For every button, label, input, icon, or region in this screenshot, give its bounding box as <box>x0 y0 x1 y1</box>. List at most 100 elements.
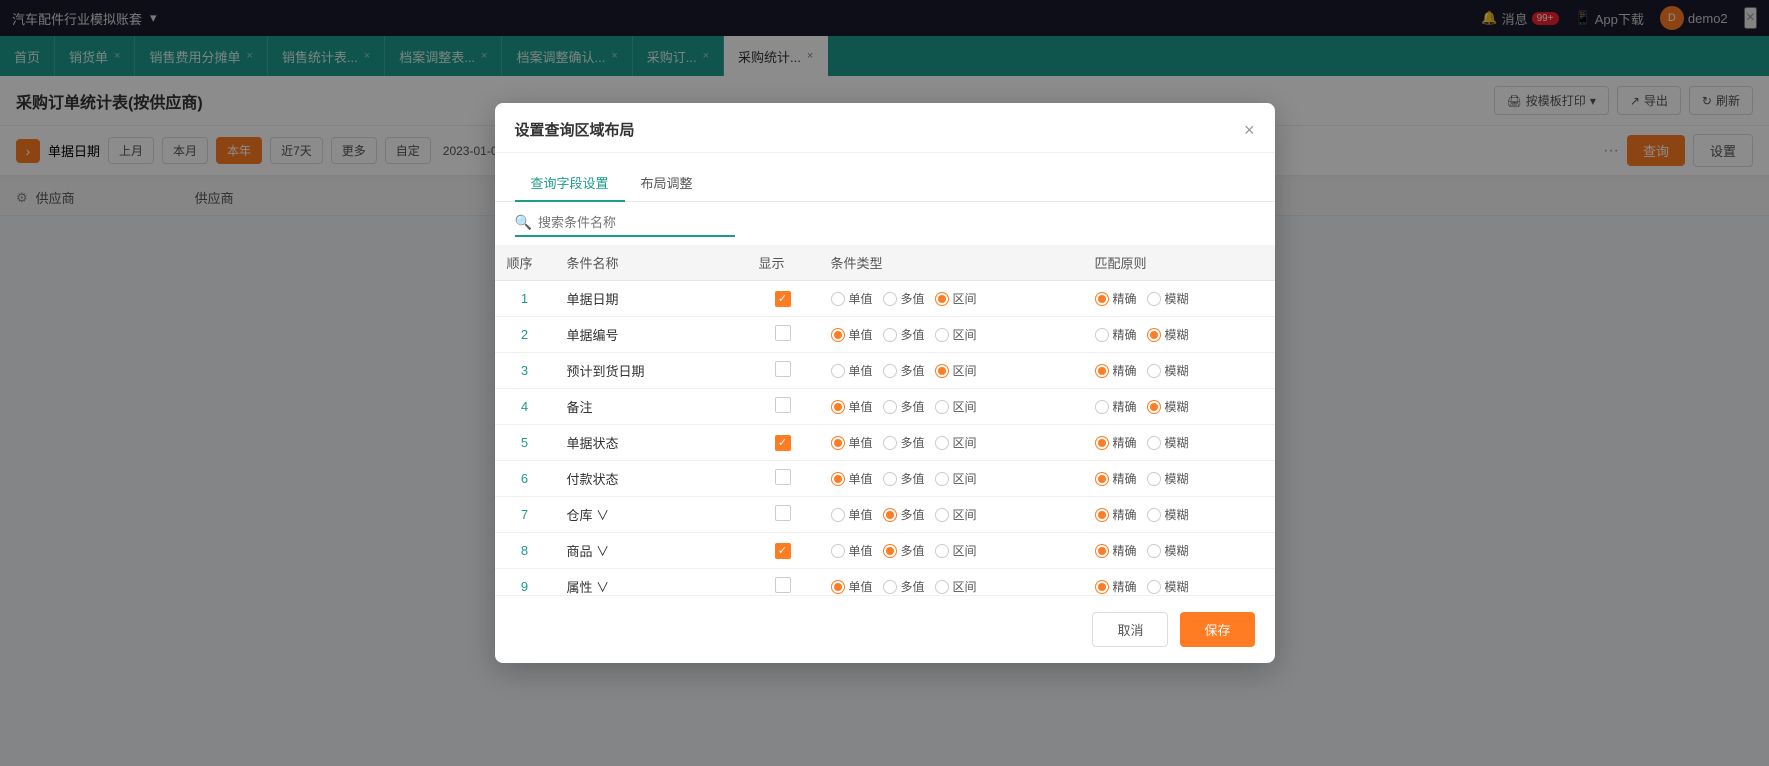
type-radio-item[interactable]: 区间 <box>935 290 977 307</box>
radio-dot[interactable] <box>1147 292 1161 306</box>
radio-dot[interactable] <box>883 580 897 594</box>
radio-dot[interactable] <box>831 436 845 450</box>
match-radio-item[interactable]: 模糊 <box>1147 578 1189 595</box>
radio-dot[interactable] <box>935 508 949 522</box>
type-radio-item[interactable]: 单值 <box>831 434 873 451</box>
type-radio-item[interactable]: 单值 <box>831 578 873 595</box>
type-radio-item[interactable]: 单值 <box>831 470 873 487</box>
radio-dot[interactable] <box>1147 580 1161 594</box>
match-radio-item[interactable]: 精确 <box>1095 506 1137 523</box>
radio-dot[interactable] <box>831 364 845 378</box>
radio-dot[interactable] <box>883 400 897 414</box>
display-checkbox[interactable] <box>775 325 791 341</box>
radio-dot[interactable] <box>935 292 949 306</box>
type-radio-item[interactable]: 单值 <box>831 290 873 307</box>
type-radio-item[interactable]: 多值 <box>883 290 925 307</box>
radio-dot[interactable] <box>883 508 897 522</box>
radio-dot[interactable] <box>1095 292 1109 306</box>
type-radio-item[interactable]: 多值 <box>883 470 925 487</box>
display-checkbox[interactable] <box>775 435 791 451</box>
radio-dot[interactable] <box>935 328 949 342</box>
radio-dot[interactable] <box>1095 364 1109 378</box>
radio-dot[interactable] <box>935 400 949 414</box>
type-radio-item[interactable]: 多值 <box>883 506 925 523</box>
display-checkbox[interactable] <box>775 397 791 413</box>
radio-dot[interactable] <box>831 292 845 306</box>
radio-dot[interactable] <box>883 544 897 558</box>
radio-dot[interactable] <box>1095 580 1109 594</box>
cell-display[interactable] <box>747 353 819 389</box>
type-radio-item[interactable]: 单值 <box>831 326 873 343</box>
type-radio-item[interactable]: 区间 <box>935 326 977 343</box>
match-radio-item[interactable]: 模糊 <box>1147 290 1189 307</box>
radio-dot[interactable] <box>1095 436 1109 450</box>
radio-dot[interactable] <box>883 364 897 378</box>
radio-dot[interactable] <box>831 580 845 594</box>
radio-dot[interactable] <box>883 328 897 342</box>
type-radio-item[interactable]: 区间 <box>935 542 977 559</box>
match-radio-item[interactable]: 模糊 <box>1147 470 1189 487</box>
radio-dot[interactable] <box>1147 400 1161 414</box>
cell-display[interactable] <box>747 281 819 317</box>
match-radio-item[interactable]: 精确 <box>1095 362 1137 379</box>
cell-display[interactable] <box>747 497 819 533</box>
radio-dot[interactable] <box>1095 328 1109 342</box>
type-radio-item[interactable]: 区间 <box>935 470 977 487</box>
match-radio-item[interactable]: 精确 <box>1095 470 1137 487</box>
cell-display[interactable] <box>747 461 819 497</box>
match-radio-item[interactable]: 模糊 <box>1147 398 1189 415</box>
radio-dot[interactable] <box>831 508 845 522</box>
cell-display[interactable] <box>747 533 819 569</box>
match-radio-item[interactable]: 精确 <box>1095 290 1137 307</box>
cell-display[interactable] <box>747 317 819 353</box>
match-radio-item[interactable]: 精确 <box>1095 578 1137 595</box>
display-checkbox[interactable] <box>775 291 791 307</box>
match-radio-item[interactable]: 模糊 <box>1147 434 1189 451</box>
type-radio-item[interactable]: 单值 <box>831 506 873 523</box>
type-radio-item[interactable]: 多值 <box>883 542 925 559</box>
radio-dot[interactable] <box>1147 328 1161 342</box>
type-radio-item[interactable]: 多值 <box>883 434 925 451</box>
type-radio-item[interactable]: 区间 <box>935 398 977 415</box>
match-radio-item[interactable]: 模糊 <box>1147 362 1189 379</box>
radio-dot[interactable] <box>1095 400 1109 414</box>
search-input[interactable] <box>538 215 735 230</box>
radio-dot[interactable] <box>1095 544 1109 558</box>
radio-dot[interactable] <box>935 472 949 486</box>
radio-dot[interactable] <box>831 328 845 342</box>
type-radio-item[interactable]: 区间 <box>935 362 977 379</box>
cell-display[interactable] <box>747 389 819 425</box>
type-radio-item[interactable]: 单值 <box>831 398 873 415</box>
type-radio-item[interactable]: 多值 <box>883 326 925 343</box>
type-radio-item[interactable]: 多值 <box>883 362 925 379</box>
radio-dot[interactable] <box>831 472 845 486</box>
match-radio-item[interactable]: 模糊 <box>1147 326 1189 343</box>
radio-dot[interactable] <box>1147 472 1161 486</box>
type-radio-item[interactable]: 区间 <box>935 434 977 451</box>
match-radio-item[interactable]: 精确 <box>1095 398 1137 415</box>
cell-display[interactable] <box>747 425 819 461</box>
tab-layout-adjust[interactable]: 布局调整 <box>625 165 709 202</box>
match-radio-item[interactable]: 模糊 <box>1147 506 1189 523</box>
radio-dot[interactable] <box>883 436 897 450</box>
radio-dot[interactable] <box>883 292 897 306</box>
match-radio-item[interactable]: 精确 <box>1095 434 1137 451</box>
radio-dot[interactable] <box>935 580 949 594</box>
radio-dot[interactable] <box>831 544 845 558</box>
type-radio-item[interactable]: 区间 <box>935 506 977 523</box>
type-radio-item[interactable]: 单值 <box>831 542 873 559</box>
save-button[interactable]: 保存 <box>1180 612 1254 647</box>
dialog-close-button[interactable]: × <box>1244 121 1255 139</box>
display-checkbox[interactable] <box>775 577 791 593</box>
radio-dot[interactable] <box>1147 364 1161 378</box>
match-radio-item[interactable]: 精确 <box>1095 542 1137 559</box>
radio-dot[interactable] <box>935 544 949 558</box>
radio-dot[interactable] <box>831 400 845 414</box>
type-radio-item[interactable]: 区间 <box>935 578 977 595</box>
radio-dot[interactable] <box>1147 436 1161 450</box>
tab-query-settings[interactable]: 查询字段设置 <box>515 165 625 202</box>
type-radio-item[interactable]: 多值 <box>883 398 925 415</box>
type-radio-item[interactable]: 多值 <box>883 578 925 595</box>
cancel-button[interactable]: 取消 <box>1092 612 1168 647</box>
radio-dot[interactable] <box>883 472 897 486</box>
